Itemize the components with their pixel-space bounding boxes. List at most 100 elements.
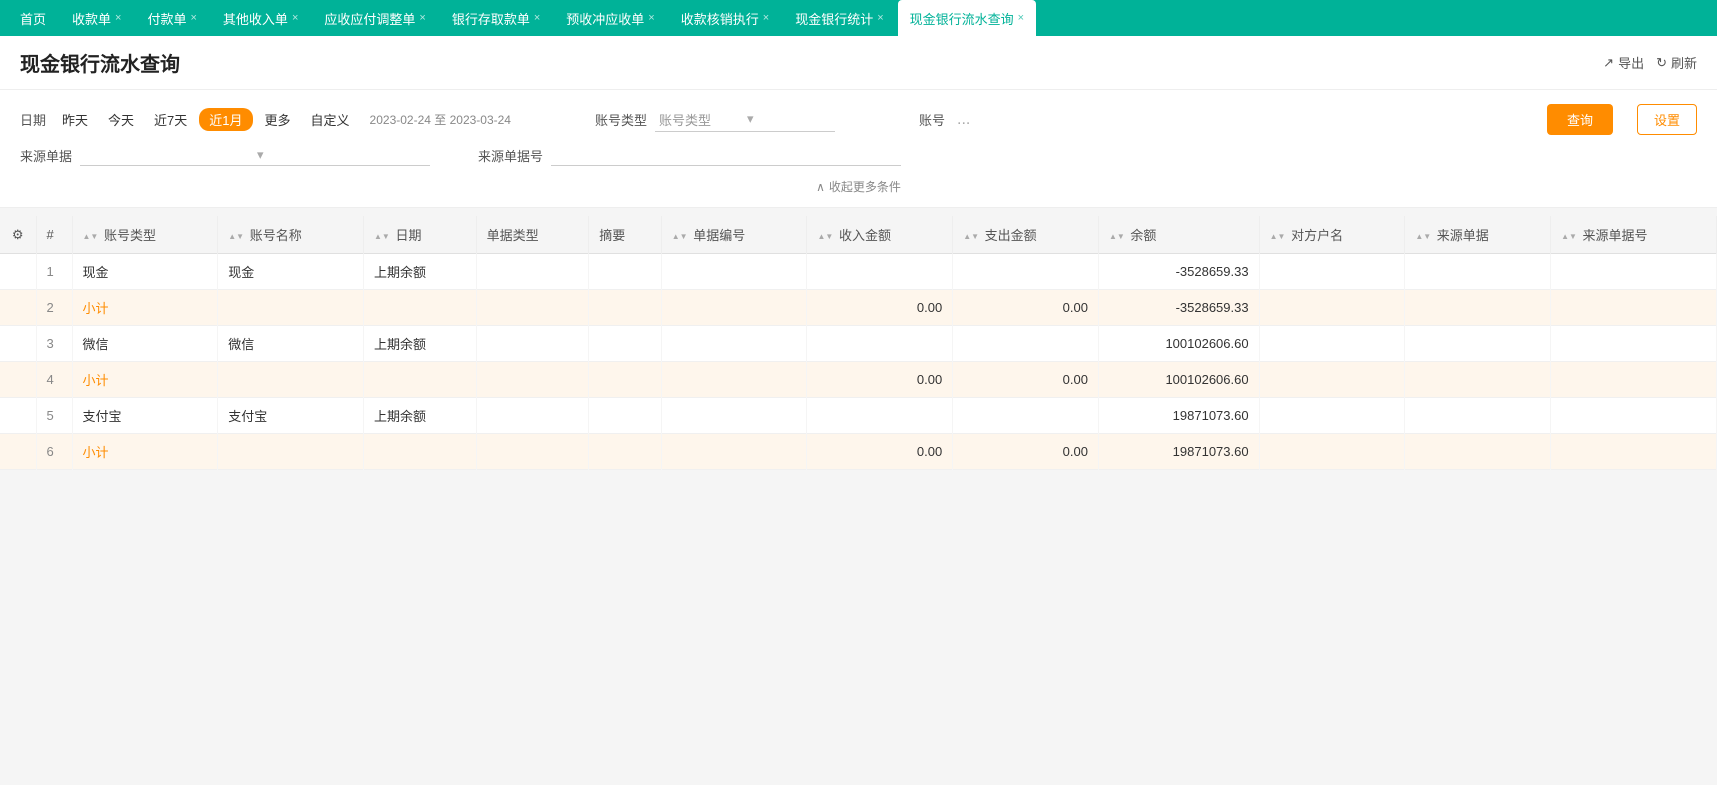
- cell-num: 5: [36, 398, 72, 434]
- cell-num: 2: [36, 290, 72, 326]
- source-doc-no-label: 来源单据号: [478, 146, 543, 165]
- close-tab-3[interactable]: ×: [419, 12, 425, 24]
- cell-source-doc-no: [1551, 398, 1717, 434]
- table-row: 5 支付宝 支付宝 上期余额 19871073.60: [0, 398, 1717, 434]
- account-filter: 账号 ...: [919, 110, 974, 129]
- cell-balance: 19871073.60: [1098, 434, 1259, 470]
- nav-tab-4[interactable]: 银行存取款单 ×: [440, 0, 552, 36]
- nav-tab-6[interactable]: 收款核销执行 ×: [669, 0, 781, 36]
- th-doc-no[interactable]: ▲▼ 单据编号: [661, 216, 807, 254]
- cell-counterpart: [1259, 326, 1405, 362]
- cell-balance: -3528659.33: [1098, 254, 1259, 290]
- nav-tab-5[interactable]: 预收冲应收单 ×: [554, 0, 666, 36]
- filter-row-2: 来源单据 ▾ 来源单据号: [20, 145, 1697, 166]
- collapse-bar: ∧ 收起更多条件: [20, 176, 1697, 197]
- cell-doc-no: [661, 290, 807, 326]
- cell-counterpart: [1259, 398, 1405, 434]
- cell-doc-type: [476, 290, 589, 326]
- collapse-button[interactable]: ∧ 收起更多条件: [804, 176, 913, 197]
- cell-expense: 0.00: [953, 290, 1099, 326]
- source-doc-no-filter: 来源单据号: [478, 146, 901, 166]
- page-header: 现金银行流水查询 ↗ 导出 ↻ 刷新: [0, 36, 1717, 90]
- date-btn-custom[interactable]: 自定义: [303, 108, 358, 131]
- cell-income: 0.00: [807, 362, 953, 398]
- nav-tab-3[interactable]: 应收应付调整单 ×: [312, 0, 437, 36]
- nav-tab-8[interactable]: 现金银行流水查询 ×: [898, 0, 1036, 36]
- account-type-select[interactable]: 账号类型 ▾: [655, 108, 835, 132]
- source-doc-chevron-icon: ▾: [257, 147, 426, 163]
- setting-button[interactable]: 设置: [1637, 104, 1697, 135]
- cell-summary: [589, 398, 662, 434]
- table-header-row: ⚙ # ▲▼ 账号类型 ▲▼ 账号名称 ▲▼ 日期 单据类型: [0, 216, 1717, 254]
- account-type-filter: 账号类型 账号类型 ▾: [595, 108, 835, 132]
- data-table: ⚙ # ▲▼ 账号类型 ▲▼ 账号名称 ▲▼ 日期 单据类型: [0, 216, 1717, 470]
- th-expense[interactable]: ▲▼ 支出金额: [953, 216, 1099, 254]
- sort-counterpart-icon: ▲▼: [1270, 233, 1286, 241]
- th-account-type[interactable]: ▲▼ 账号类型: [72, 216, 218, 254]
- cell-account-name: [218, 362, 364, 398]
- nav-tab-2[interactable]: 其他收入单 ×: [211, 0, 310, 36]
- source-doc-no-input[interactable]: [551, 146, 901, 166]
- th-date[interactable]: ▲▼ 日期: [363, 216, 476, 254]
- cell-settings: [0, 362, 36, 398]
- cell-account-name: [218, 434, 364, 470]
- table-body: 1 现金 现金 上期余额 -3528659.33 2 小计 0.00 0.00 …: [0, 254, 1717, 470]
- th-income[interactable]: ▲▼ 收入金额: [807, 216, 953, 254]
- close-tab-5[interactable]: ×: [648, 12, 654, 24]
- account-type-label: 账号类型: [595, 110, 647, 129]
- cell-balance: 100102606.60: [1098, 362, 1259, 398]
- cell-doc-no: [661, 434, 807, 470]
- nav-tab-7[interactable]: 现金银行统计 ×: [783, 0, 895, 36]
- sort-doc-no-icon: ▲▼: [672, 233, 688, 241]
- settings-icon[interactable]: ⚙: [12, 227, 24, 242]
- query-button[interactable]: 查询: [1547, 104, 1613, 135]
- close-tab-6[interactable]: ×: [763, 12, 769, 24]
- sort-date-icon: ▲▼: [374, 233, 390, 241]
- account-dots-button[interactable]: ...: [953, 111, 974, 129]
- close-tab-1[interactable]: ×: [190, 12, 196, 24]
- table-row: 2 小计 0.00 0.00 -3528659.33: [0, 290, 1717, 326]
- cell-settings: [0, 434, 36, 470]
- date-btn-1month[interactable]: 近1月: [199, 108, 252, 131]
- th-settings[interactable]: ⚙: [0, 216, 36, 254]
- close-tab-2[interactable]: ×: [292, 12, 298, 24]
- sort-source-doc-icon: ▲▼: [1415, 233, 1431, 241]
- cell-num: 6: [36, 434, 72, 470]
- cell-doc-type: [476, 362, 589, 398]
- nav-tab-0[interactable]: 收款单 ×: [60, 0, 133, 36]
- close-tab-7[interactable]: ×: [877, 12, 883, 24]
- th-source-doc[interactable]: ▲▼ 来源单据: [1405, 216, 1551, 254]
- cell-source-doc: [1405, 254, 1551, 290]
- th-source-doc-no[interactable]: ▲▼ 来源单据号: [1551, 216, 1717, 254]
- date-btn-yesterday[interactable]: 昨天: [54, 108, 96, 131]
- cell-expense: 0.00: [953, 362, 1099, 398]
- cell-expense: [953, 398, 1099, 434]
- cell-source-doc: [1405, 362, 1551, 398]
- cell-doc-no: [661, 398, 807, 434]
- close-tab-0[interactable]: ×: [115, 12, 121, 24]
- export-button[interactable]: ↗ 导出: [1603, 53, 1644, 72]
- cell-account-type: 微信: [72, 326, 218, 362]
- nav-tab-1[interactable]: 付款单 ×: [135, 0, 208, 36]
- account-label: 账号: [919, 110, 945, 129]
- cell-num: 1: [36, 254, 72, 290]
- cell-balance: 100102606.60: [1098, 326, 1259, 362]
- cell-date: [363, 290, 476, 326]
- close-tab-8[interactable]: ×: [1018, 12, 1024, 24]
- close-tab-4[interactable]: ×: [534, 12, 540, 24]
- date-btn-7days[interactable]: 近7天: [146, 108, 195, 131]
- cell-settings: [0, 254, 36, 290]
- th-balance[interactable]: ▲▼ 余额: [1098, 216, 1259, 254]
- date-btn-more[interactable]: 更多: [257, 108, 299, 131]
- source-doc-select[interactable]: ▾: [80, 145, 430, 166]
- cell-doc-no: [661, 326, 807, 362]
- th-counterpart[interactable]: ▲▼ 对方户名: [1259, 216, 1405, 254]
- filter-row-1: 日期 昨天 今天 近7天 近1月 更多 自定义 2023-02-24 至 202…: [20, 104, 1697, 135]
- refresh-button[interactable]: ↻ 刷新: [1656, 53, 1697, 72]
- cell-account-name: 支付宝: [218, 398, 364, 434]
- cell-source-doc-no: [1551, 326, 1717, 362]
- cell-source-doc: [1405, 326, 1551, 362]
- date-btn-today[interactable]: 今天: [100, 108, 142, 131]
- th-account-name[interactable]: ▲▼ 账号名称: [218, 216, 364, 254]
- nav-home[interactable]: 首页: [8, 0, 58, 36]
